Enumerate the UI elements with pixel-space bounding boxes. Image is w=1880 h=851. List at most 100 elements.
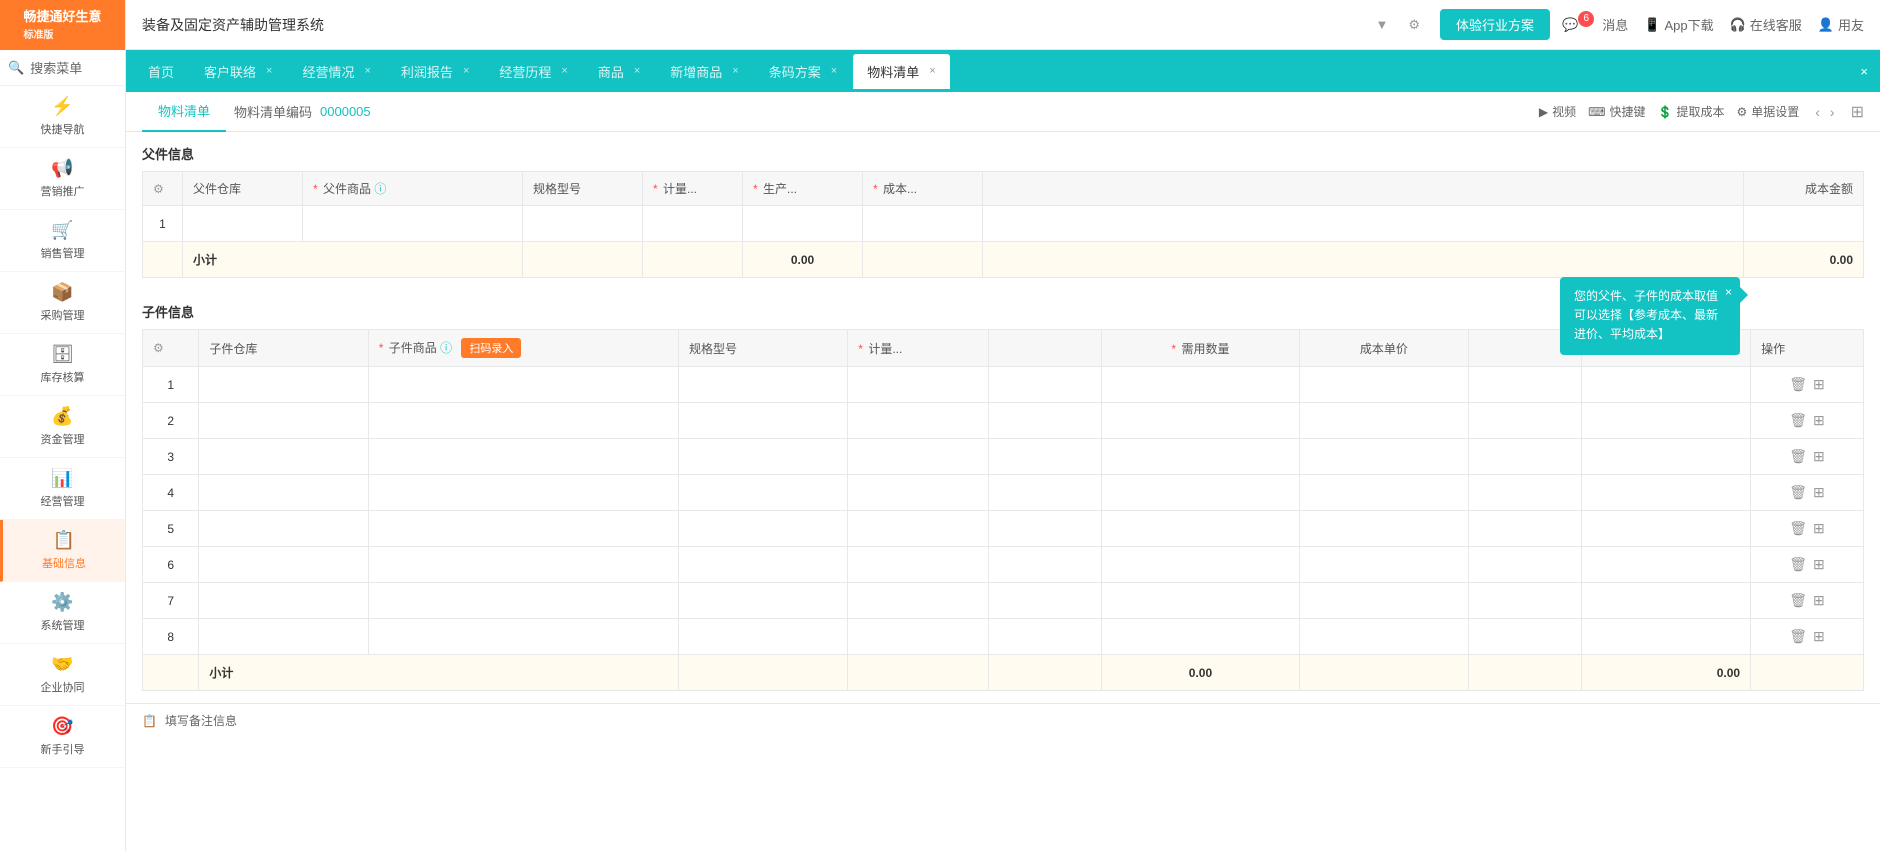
- child-cost-price-cell[interactable]: [1299, 403, 1468, 439]
- child-cost-price-cell[interactable]: [1299, 547, 1468, 583]
- child-spec-cell[interactable]: [679, 547, 848, 583]
- copy-icon[interactable]: ⊞: [1813, 520, 1825, 537]
- close-icon[interactable]: ×: [463, 65, 469, 77]
- child-measure-cell[interactable]: [848, 439, 989, 475]
- app-download-action[interactable]: 📱 App下载: [1644, 15, 1713, 34]
- child-spec-cell[interactable]: [679, 403, 848, 439]
- user-avatar[interactable]: 👤 用友: [1818, 15, 1864, 34]
- copy-icon[interactable]: ⊞: [1813, 592, 1825, 609]
- close-all-tabs[interactable]: ×: [1856, 60, 1872, 83]
- sidebar-item-system[interactable]: ⚙️ 系统管理: [0, 582, 125, 644]
- child-req-qty-cell[interactable]: [1102, 583, 1299, 619]
- delete-icon[interactable]: 🗑: [1789, 484, 1807, 501]
- parent-warehouse-cell[interactable]: [183, 206, 303, 242]
- tab-barcode[interactable]: 条码方案 ×: [755, 54, 851, 89]
- child-warehouse-cell[interactable]: [199, 547, 368, 583]
- child-warehouse-cell[interactable]: [199, 583, 368, 619]
- grid-icon[interactable]: ⊞: [1851, 102, 1864, 122]
- sidebar-item-sales[interactable]: 🛒 销售管理: [0, 210, 125, 272]
- child-spec-cell[interactable]: [679, 439, 848, 475]
- child-req-qty-cell[interactable]: [1102, 403, 1299, 439]
- copy-icon[interactable]: ⊞: [1813, 376, 1825, 393]
- child-measure-cell[interactable]: [848, 619, 989, 655]
- child-measure-cell[interactable]: [848, 403, 989, 439]
- tab-bom[interactable]: 物料清单 ×: [853, 54, 949, 89]
- sidebar-item-guide[interactable]: 🎯 新手引导: [0, 706, 125, 768]
- child-measure-cell[interactable]: [848, 547, 989, 583]
- settings-icon[interactable]: ⚙: [1408, 17, 1420, 33]
- tab-customer[interactable]: 客户联络 ×: [190, 54, 286, 89]
- delete-icon[interactable]: 🗑: [1789, 592, 1807, 609]
- tab-operations-history[interactable]: 经营历程 ×: [485, 54, 581, 89]
- child-product-cell[interactable]: [368, 619, 678, 655]
- child-req-qty-cell[interactable]: [1102, 547, 1299, 583]
- child-spec-cell[interactable]: [679, 511, 848, 547]
- delete-icon[interactable]: 🗑: [1789, 628, 1807, 645]
- child-product-cell[interactable]: [368, 583, 678, 619]
- copy-icon[interactable]: ⊞: [1813, 484, 1825, 501]
- child-measure-cell[interactable]: [848, 511, 989, 547]
- child-cost-price-cell[interactable]: [1299, 583, 1468, 619]
- parent-product-cell[interactable]: [303, 206, 523, 242]
- child-warehouse-cell[interactable]: [199, 511, 368, 547]
- child-warehouse-cell[interactable]: [199, 475, 368, 511]
- close-icon[interactable]: ×: [831, 65, 837, 77]
- scan-btn[interactable]: 扫码录入: [461, 338, 521, 358]
- close-icon[interactable]: ×: [266, 65, 272, 77]
- trial-btn[interactable]: 体验行业方案: [1440, 9, 1550, 40]
- child-product-cell[interactable]: [368, 403, 678, 439]
- delete-icon[interactable]: 🗑: [1789, 448, 1807, 465]
- gear-icon[interactable]: ⚙: [153, 182, 164, 196]
- child-cost-price-cell[interactable]: [1299, 367, 1468, 403]
- gear-icon[interactable]: ⚙: [153, 341, 164, 355]
- sidebar-item-finance[interactable]: 💰 资金管理: [0, 396, 125, 458]
- copy-icon[interactable]: ⊞: [1813, 412, 1825, 429]
- child-cost-price-cell[interactable]: [1299, 619, 1468, 655]
- child-warehouse-cell[interactable]: [199, 367, 368, 403]
- spec-model-cell[interactable]: [523, 206, 643, 242]
- child-warehouse-cell[interactable]: [199, 439, 368, 475]
- shortcut-action[interactable]: ⌨ 快捷键: [1588, 103, 1645, 120]
- dropdown-icon[interactable]: ▼: [1376, 17, 1389, 32]
- child-measure-cell[interactable]: [848, 475, 989, 511]
- delete-icon[interactable]: 🗑: [1789, 556, 1807, 573]
- child-req-qty-cell[interactable]: [1102, 511, 1299, 547]
- delete-icon[interactable]: 🗑: [1789, 376, 1807, 393]
- online-service-action[interactable]: 🎧 在线客服: [1730, 15, 1802, 34]
- child-cost-price-cell[interactable]: [1299, 439, 1468, 475]
- next-arrow[interactable]: ›: [1826, 102, 1839, 122]
- child-req-qty-cell[interactable]: [1102, 619, 1299, 655]
- child-product-cell[interactable]: [368, 439, 678, 475]
- sidebar-item-inventory[interactable]: 🗄 库存核算: [0, 334, 125, 396]
- tab-new-products[interactable]: 新增商品 ×: [656, 54, 752, 89]
- child-warehouse-cell[interactable]: [199, 403, 368, 439]
- production-cell[interactable]: [743, 206, 863, 242]
- close-icon[interactable]: ×: [634, 65, 640, 77]
- single-settings-action[interactable]: ⚙ 单据设置: [1736, 103, 1799, 120]
- view-video-action[interactable]: ▶ 视频: [1539, 103, 1576, 120]
- sidebar-item-quick-nav[interactable]: ⚡ 快捷导航: [0, 86, 125, 148]
- close-icon[interactable]: ×: [929, 65, 935, 77]
- child-req-qty-cell[interactable]: [1102, 367, 1299, 403]
- sidebar-item-marketing[interactable]: 📢 营销推广: [0, 148, 125, 210]
- sidebar-item-cooperation[interactable]: 🤝 企业协同: [0, 644, 125, 706]
- tab-profit-report[interactable]: 利润报告 ×: [387, 54, 483, 89]
- child-product-cell[interactable]: [368, 511, 678, 547]
- cost-method-cell[interactable]: [863, 206, 983, 242]
- copy-icon[interactable]: ⊞: [1813, 628, 1825, 645]
- child-cost-price-cell[interactable]: [1299, 511, 1468, 547]
- extract-cost-action[interactable]: 💲 提取成本: [1658, 103, 1725, 120]
- child-cost-price-cell[interactable]: [1299, 475, 1468, 511]
- child-req-qty-cell[interactable]: [1102, 439, 1299, 475]
- child-measure-cell[interactable]: [848, 583, 989, 619]
- sidebar-item-operations[interactable]: 📊 经营管理: [0, 458, 125, 520]
- close-icon[interactable]: ×: [732, 65, 738, 77]
- sidebar-item-search[interactable]: 🔍 搜索菜单: [0, 50, 125, 86]
- child-product-cell[interactable]: [368, 475, 678, 511]
- close-icon[interactable]: ×: [364, 65, 370, 77]
- child-spec-cell[interactable]: [679, 619, 848, 655]
- child-spec-cell[interactable]: [679, 583, 848, 619]
- sub-tab-bom-list[interactable]: 物料清单: [142, 92, 226, 132]
- child-product-cell[interactable]: [368, 367, 678, 403]
- child-req-qty-cell[interactable]: [1102, 475, 1299, 511]
